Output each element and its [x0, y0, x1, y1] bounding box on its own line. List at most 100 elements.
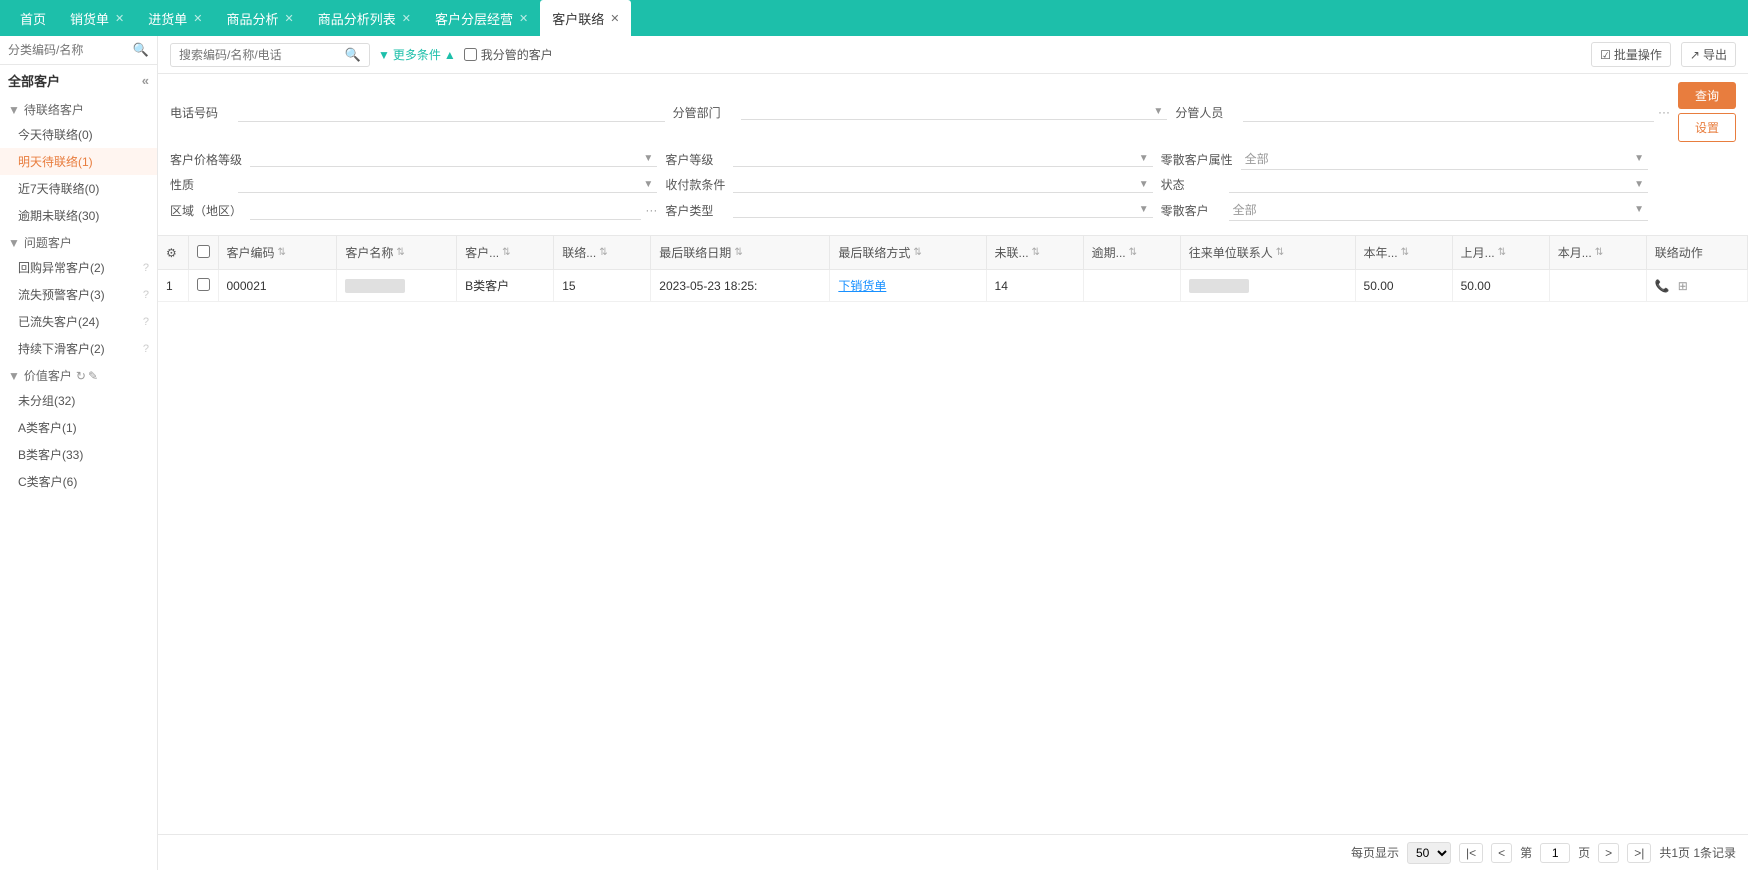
- phone-action-icon[interactable]: 📞: [1655, 279, 1670, 293]
- close-product-analysis-list[interactable]: ✕: [402, 12, 411, 25]
- sidebar-item-a-class[interactable]: A类客户(1): [0, 414, 157, 441]
- page-size-select[interactable]: 50: [1407, 842, 1451, 864]
- retail-customer-select[interactable]: 全部 ▼: [1229, 199, 1648, 221]
- sidebar-item-c-class[interactable]: C类客户(6): [0, 468, 157, 495]
- edit-icon[interactable]: ✎: [88, 369, 98, 383]
- triangle-icon-3: ▼: [8, 369, 20, 383]
- sidebar-item-declining[interactable]: 持续下滑客户(2) ?: [0, 335, 157, 362]
- sidebar-search-area: 🔍: [0, 36, 157, 65]
- close-customer-segmentation[interactable]: ✕: [519, 12, 528, 25]
- sort-icon-year[interactable]: ⇅: [1401, 247, 1409, 258]
- last-page-btn[interactable]: >|: [1627, 843, 1651, 863]
- export-btn[interactable]: ↗ 导出: [1681, 42, 1736, 67]
- price-level-select[interactable]: ▼: [250, 151, 657, 167]
- status-select[interactable]: ▼: [1229, 177, 1648, 193]
- current-page-input[interactable]: [1540, 843, 1570, 863]
- batch-operation-btn[interactable]: ☑ 批量操作: [1591, 42, 1671, 67]
- nav-purchase-order[interactable]: 进货单 ✕: [136, 0, 214, 36]
- sidebar-item-lost-warning[interactable]: 流失预警客户(3) ?: [0, 281, 157, 308]
- sidebar-item-lost[interactable]: 已流失客户(24) ?: [0, 308, 157, 335]
- sidebar-item-ungrouped[interactable]: 未分组(32): [0, 387, 157, 414]
- query-button[interactable]: 查询: [1678, 82, 1736, 109]
- sidebar-item-b-class[interactable]: B类客户(33): [0, 441, 157, 468]
- row-last-contact-method[interactable]: 下销货单: [830, 270, 986, 302]
- adv-filter-row-4: 区域（地区） ··· 客户类型 ▼ 零散客户 全部 ▼: [170, 199, 1736, 221]
- my-customers-filter[interactable]: 我分管的客户: [464, 46, 553, 63]
- area-label: 区域（地区）: [170, 202, 242, 219]
- my-customers-checkbox[interactable]: [464, 48, 477, 61]
- nav-sales-order[interactable]: 销货单 ✕: [58, 0, 136, 36]
- sort-icon-name[interactable]: ⇅: [396, 247, 404, 258]
- first-page-btn[interactable]: |<: [1459, 843, 1483, 863]
- sidebar-collapse-icon[interactable]: «: [142, 73, 149, 88]
- manager-dots[interactable]: ···: [1658, 105, 1670, 119]
- nav-home[interactable]: 首页: [8, 0, 58, 36]
- adv-filter-row-1: 电话号码 分管部门 ▼ 分管人员 ··· 查询 设置: [170, 82, 1736, 142]
- row-checkbox-cell[interactable]: [188, 270, 218, 302]
- sidebar-item-7days[interactable]: 近7天待联络(0): [0, 175, 157, 202]
- close-purchase-order[interactable]: ✕: [193, 12, 202, 25]
- customer-type-select[interactable]: ▼: [733, 202, 1152, 218]
- close-customer-contact[interactable]: ✕: [610, 12, 619, 25]
- help-icon-1[interactable]: ?: [143, 262, 149, 274]
- row-checkbox[interactable]: [197, 278, 210, 291]
- filter-search-input[interactable]: [179, 48, 345, 62]
- set-button[interactable]: 设置: [1678, 113, 1736, 142]
- page-label: 第: [1520, 844, 1532, 861]
- help-icon-2[interactable]: ?: [143, 289, 149, 301]
- sort-icon-date[interactable]: ⇅: [734, 247, 742, 258]
- sidebar-item-tomorrow[interactable]: 明天待联络(1): [0, 148, 157, 175]
- close-product-analysis[interactable]: ✕: [285, 12, 294, 25]
- manager-input[interactable]: [1243, 103, 1654, 122]
- sidebar-item-today[interactable]: 今天待联络(0): [0, 121, 157, 148]
- sort-icon-overdue[interactable]: ⇅: [1129, 247, 1137, 258]
- retail-attr-select[interactable]: 全部 ▼: [1241, 148, 1648, 170]
- sort-icon-type[interactable]: ⇅: [502, 247, 510, 258]
- next-page-btn[interactable]: >: [1598, 843, 1619, 863]
- sort-icon-uncontacted[interactable]: ⇅: [1032, 247, 1040, 258]
- filter-search-icon[interactable]: 🔍: [345, 47, 361, 63]
- filter-right-actions: ☑ 批量操作 ↗ 导出: [1591, 42, 1736, 67]
- sort-icon-tm[interactable]: ⇅: [1595, 247, 1603, 258]
- customer-level-select[interactable]: ▼: [733, 151, 1152, 167]
- sort-icon-code[interactable]: ⇅: [278, 247, 286, 258]
- area-input[interactable]: [250, 201, 641, 220]
- refresh-icon[interactable]: ↻: [76, 369, 86, 383]
- payment-select[interactable]: ▼: [733, 177, 1152, 193]
- filter-more-btn[interactable]: ▼ 更多条件 ▲: [378, 46, 456, 63]
- settings-icon[interactable]: ⚙: [166, 246, 177, 260]
- sort-icon-person[interactable]: ⇅: [1276, 247, 1284, 258]
- phone-input[interactable]: [238, 103, 665, 122]
- manager-label: 分管人员: [1175, 104, 1235, 121]
- sidebar-item-abnormal[interactable]: 回购异常客户(2) ?: [0, 254, 157, 281]
- select-all-checkbox[interactable]: [197, 245, 210, 258]
- dept-select[interactable]: ▼: [741, 104, 1168, 120]
- help-icon-4[interactable]: ?: [143, 343, 149, 355]
- sort-icon-method[interactable]: ⇅: [913, 247, 921, 258]
- row-name: [337, 270, 457, 302]
- sidebar-search-icon[interactable]: 🔍: [133, 42, 149, 58]
- grid-action-icon[interactable]: ⊞: [1678, 279, 1688, 293]
- sidebar-all-customers[interactable]: 全部客户 «: [0, 65, 157, 96]
- close-sales-order[interactable]: ✕: [115, 12, 124, 25]
- col-settings[interactable]: ⚙: [158, 236, 188, 270]
- sort-icon-lm[interactable]: ⇅: [1498, 247, 1506, 258]
- prev-page-btn[interactable]: <: [1491, 843, 1512, 863]
- nav-product-analysis-list[interactable]: 商品分析列表 ✕: [306, 0, 423, 36]
- sidebar-item-overdue[interactable]: 逾期未联络(30): [0, 202, 157, 229]
- nav-product-analysis[interactable]: 商品分析 ✕: [214, 0, 305, 36]
- area-dots[interactable]: ···: [645, 203, 657, 217]
- nav-customer-segmentation[interactable]: 客户分层经营 ✕: [423, 0, 540, 36]
- adv-filter-panel: 电话号码 分管部门 ▼ 分管人员 ··· 查询 设置: [158, 74, 1748, 236]
- sort-icon-count[interactable]: ⇅: [599, 247, 607, 258]
- gender-select[interactable]: ▼: [238, 177, 657, 193]
- more-conditions-label: 更多条件: [393, 46, 441, 63]
- nav-customer-contact[interactable]: 客户联络 ✕: [540, 0, 631, 36]
- col-checkbox[interactable]: [188, 236, 218, 270]
- help-icon-3[interactable]: ?: [143, 316, 149, 328]
- sidebar-search-input[interactable]: [8, 43, 133, 57]
- batch-operation-label: 批量操作: [1614, 46, 1662, 63]
- row-type: B类客户: [457, 270, 554, 302]
- payment-field: 收付款条件 ▼: [665, 176, 1152, 193]
- contact-method-link[interactable]: 下销货单: [838, 279, 886, 293]
